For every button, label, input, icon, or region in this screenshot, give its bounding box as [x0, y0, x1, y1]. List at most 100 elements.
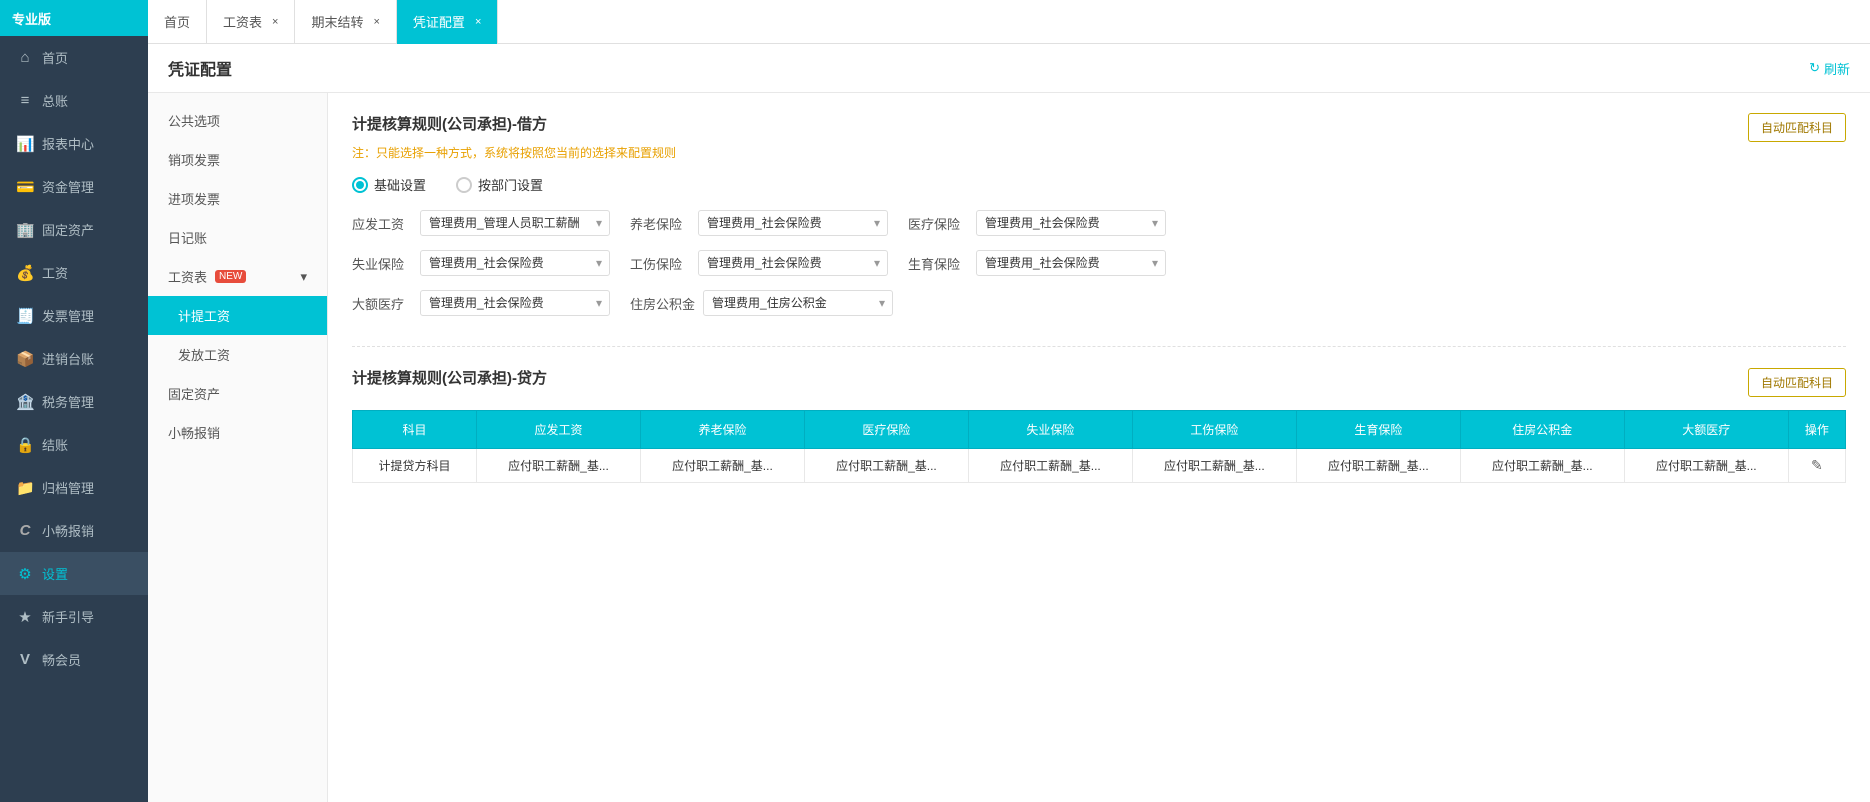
sidebar-item-guide[interactable]: ★ 新手引导 [0, 595, 148, 638]
th-subject: 科目 [353, 411, 477, 449]
nav-calc-salary[interactable]: 计提工资 [148, 296, 327, 335]
tab-home[interactable]: 首页 [148, 0, 207, 44]
sidebar-item-archive[interactable]: 📁 归档管理 [0, 466, 148, 509]
th-yiliao: 医疗保险 [804, 411, 968, 449]
tab-voucher-close[interactable]: × [475, 16, 481, 28]
tab-voucher-label: 凭证配置 [413, 12, 465, 31]
sidebar-item-label: 首页 [42, 48, 68, 67]
chevron-down-icon: ▾ [300, 269, 307, 285]
th-gongjijin: 住房公积金 [1460, 411, 1624, 449]
sidebar-item-label: 资金管理 [42, 177, 94, 196]
field-label-shengyu: 生育保险 [908, 254, 968, 273]
tab-salary-table[interactable]: 工资表 × [207, 0, 295, 44]
th-shiye: 失业保险 [968, 411, 1132, 449]
radio-dept-circle [456, 177, 472, 193]
nav-salary-table[interactable]: 工资表 NEW ▾ [148, 257, 327, 296]
sidebar-item-assets[interactable]: 🏢 固定资产 [0, 208, 148, 251]
select-wrapper-gongjijin: 管理费用_住房公积金 [703, 290, 893, 316]
sidebar-item-label: 发票管理 [42, 306, 94, 325]
credit-section: 计提核算规则(公司承担)-贷方 自动匹配科目 科目 应发工资 养老保险 医疗保险… [352, 367, 1846, 483]
sidebar-item-xiaochang[interactable]: C 小畅报销 [0, 509, 148, 552]
debit-form-row-3: 大额医疗 管理费用_社会保险费 住房公积金 管理费用_住 [352, 290, 1846, 316]
field-shengyu: 生育保险 管理费用_社会保险费 [908, 250, 1166, 276]
field-gongjijin: 住房公积金 管理费用_住房公积金 [630, 290, 893, 316]
sidebar-item-salary[interactable]: 💰 工资 [0, 251, 148, 294]
sidebar-item-settings[interactable]: ⚙ 设置 [0, 552, 148, 595]
tab-voucher-config[interactable]: 凭证配置 × [397, 0, 498, 44]
tab-period-close[interactable]: 期末结转 × [295, 0, 396, 44]
field-yingfa-gongzi: 应发工资 管理费用_管理人员职工薪酬 [352, 210, 610, 236]
tab-period-close-btn[interactable]: × [373, 16, 379, 28]
select-wrapper-yanglao: 管理费用_社会保险费 [698, 210, 888, 236]
sidebar-item-label: 工资 [42, 263, 68, 282]
guide-icon: ★ [16, 608, 34, 626]
th-action: 操作 [1788, 411, 1845, 449]
sidebar-item-label: 固定资产 [42, 220, 94, 239]
td-gongshang-val: 应付职工薪酬_基... [1132, 449, 1296, 483]
main-area: 首页 工资表 × 期末结转 × 凭证配置 × 凭证配置 ↻ 刷新 公共选项 [148, 0, 1870, 802]
select-shengyu[interactable]: 管理费用_社会保险费 [976, 250, 1166, 276]
th-yingfa: 应发工资 [477, 411, 641, 449]
tab-period-label: 期末结转 [311, 12, 363, 31]
sidebar-item-reports[interactable]: 📊 报表中心 [0, 122, 148, 165]
refresh-icon: ↻ [1809, 60, 1820, 76]
tax-icon: 🏦 [16, 393, 34, 411]
radio-dept[interactable]: 按部门设置 [456, 175, 543, 194]
main-panel: 计提核算规则(公司承担)-借方 注：只能选择一种方式，系统将按照您当前的选择来配… [328, 93, 1870, 802]
select-yiliao[interactable]: 管理费用_社会保险费 [976, 210, 1166, 236]
edit-icon[interactable]: ✎ [1811, 457, 1823, 473]
nav-fixed-assets[interactable]: 固定资产 [148, 374, 327, 413]
funds-icon: 💳 [16, 178, 34, 196]
select-gongshang[interactable]: 管理费用_社会保险费 [698, 250, 888, 276]
field-label-yiliao: 医疗保险 [908, 214, 968, 233]
td-action[interactable]: ✎ [1788, 449, 1845, 483]
left-nav: 公共选项 销项发票 进项发票 日记账 工资表 NEW ▾ 计提工资 [148, 93, 328, 802]
sidebar-item-funds[interactable]: 💳 资金管理 [0, 165, 148, 208]
sidebar: 专业版 ⌂ 首页 ≡ 总账 📊 报表中心 💳 资金管理 🏢 固定资产 💰 工资 … [0, 0, 148, 802]
th-yanglao: 养老保险 [640, 411, 804, 449]
sidebar-item-inventory[interactable]: 📦 进销台账 [0, 337, 148, 380]
nav-purchase-invoice[interactable]: 进项发票 [148, 179, 327, 218]
th-shengyu: 生育保险 [1296, 411, 1460, 449]
reports-icon: 📊 [16, 135, 34, 153]
sidebar-item-invoice[interactable]: 🧾 发票管理 [0, 294, 148, 337]
tab-salary-close[interactable]: × [272, 16, 278, 28]
select-yingfa-gongzi[interactable]: 管理费用_管理人员职工薪酬 [420, 210, 610, 236]
credit-table: 科目 应发工资 养老保险 医疗保险 失业保险 工伤保险 生育保险 住房公积金 大… [352, 410, 1846, 483]
new-badge: NEW [215, 270, 246, 283]
radio-basic-circle [352, 177, 368, 193]
sidebar-item-label: 归档管理 [42, 478, 94, 497]
td-subject-name: 计提贷方科目 [353, 449, 477, 483]
td-yanglao-val: 应付职工薪酬_基... [640, 449, 804, 483]
refresh-button[interactable]: ↻ 刷新 [1809, 59, 1850, 78]
select-wrapper-yingfa: 管理费用_管理人员职工薪酬 [420, 210, 610, 236]
radio-basic[interactable]: 基础设置 [352, 175, 426, 194]
debit-auto-match-button[interactable]: 自动匹配科目 [1748, 113, 1846, 142]
select-shiye[interactable]: 管理费用_社会保险费 [420, 250, 610, 276]
sidebar-item-tax[interactable]: 🏦 税务管理 [0, 380, 148, 423]
select-yanglao[interactable]: 管理费用_社会保险费 [698, 210, 888, 236]
sidebar-item-home[interactable]: ⌂ 首页 [0, 36, 148, 79]
refresh-label: 刷新 [1824, 59, 1850, 78]
select-daeyiliao[interactable]: 管理费用_社会保险费 [420, 290, 610, 316]
nav-journal[interactable]: 日记账 [148, 218, 327, 257]
sidebar-item-close[interactable]: 🔒 结账 [0, 423, 148, 466]
field-yanglao: 养老保险 管理费用_社会保险费 [630, 210, 888, 236]
home-icon: ⌂ [16, 49, 34, 66]
sidebar-item-ledger[interactable]: ≡ 总账 [0, 79, 148, 122]
field-label-gongshang: 工伤保险 [630, 254, 690, 273]
select-gongjijin[interactable]: 管理费用_住房公积金 [703, 290, 893, 316]
nav-issue-salary[interactable]: 发放工资 [148, 335, 327, 374]
nav-public[interactable]: 公共选项 [148, 101, 327, 140]
credit-section-title: 计提核算规则(公司承担)-贷方 [352, 367, 547, 388]
select-wrapper-yiliao: 管理费用_社会保险费 [976, 210, 1166, 236]
nav-xiaochang-expense[interactable]: 小畅报销 [148, 413, 327, 452]
member-icon: V [16, 651, 34, 668]
nav-sales-invoice[interactable]: 销项发票 [148, 140, 327, 179]
content-area: 公共选项 销项发票 进项发票 日记账 工资表 NEW ▾ 计提工资 [148, 93, 1870, 802]
credit-auto-match-button[interactable]: 自动匹配科目 [1748, 368, 1846, 397]
credit-table-body: 计提贷方科目 应付职工薪酬_基... 应付职工薪酬_基... 应付职工薪酬_基.… [353, 449, 1846, 483]
sidebar-item-label: 畅会员 [42, 650, 81, 669]
debit-form-row-1: 应发工资 管理费用_管理人员职工薪酬 养老保险 管理费用 [352, 210, 1846, 236]
sidebar-item-member[interactable]: V 畅会员 [0, 638, 148, 681]
